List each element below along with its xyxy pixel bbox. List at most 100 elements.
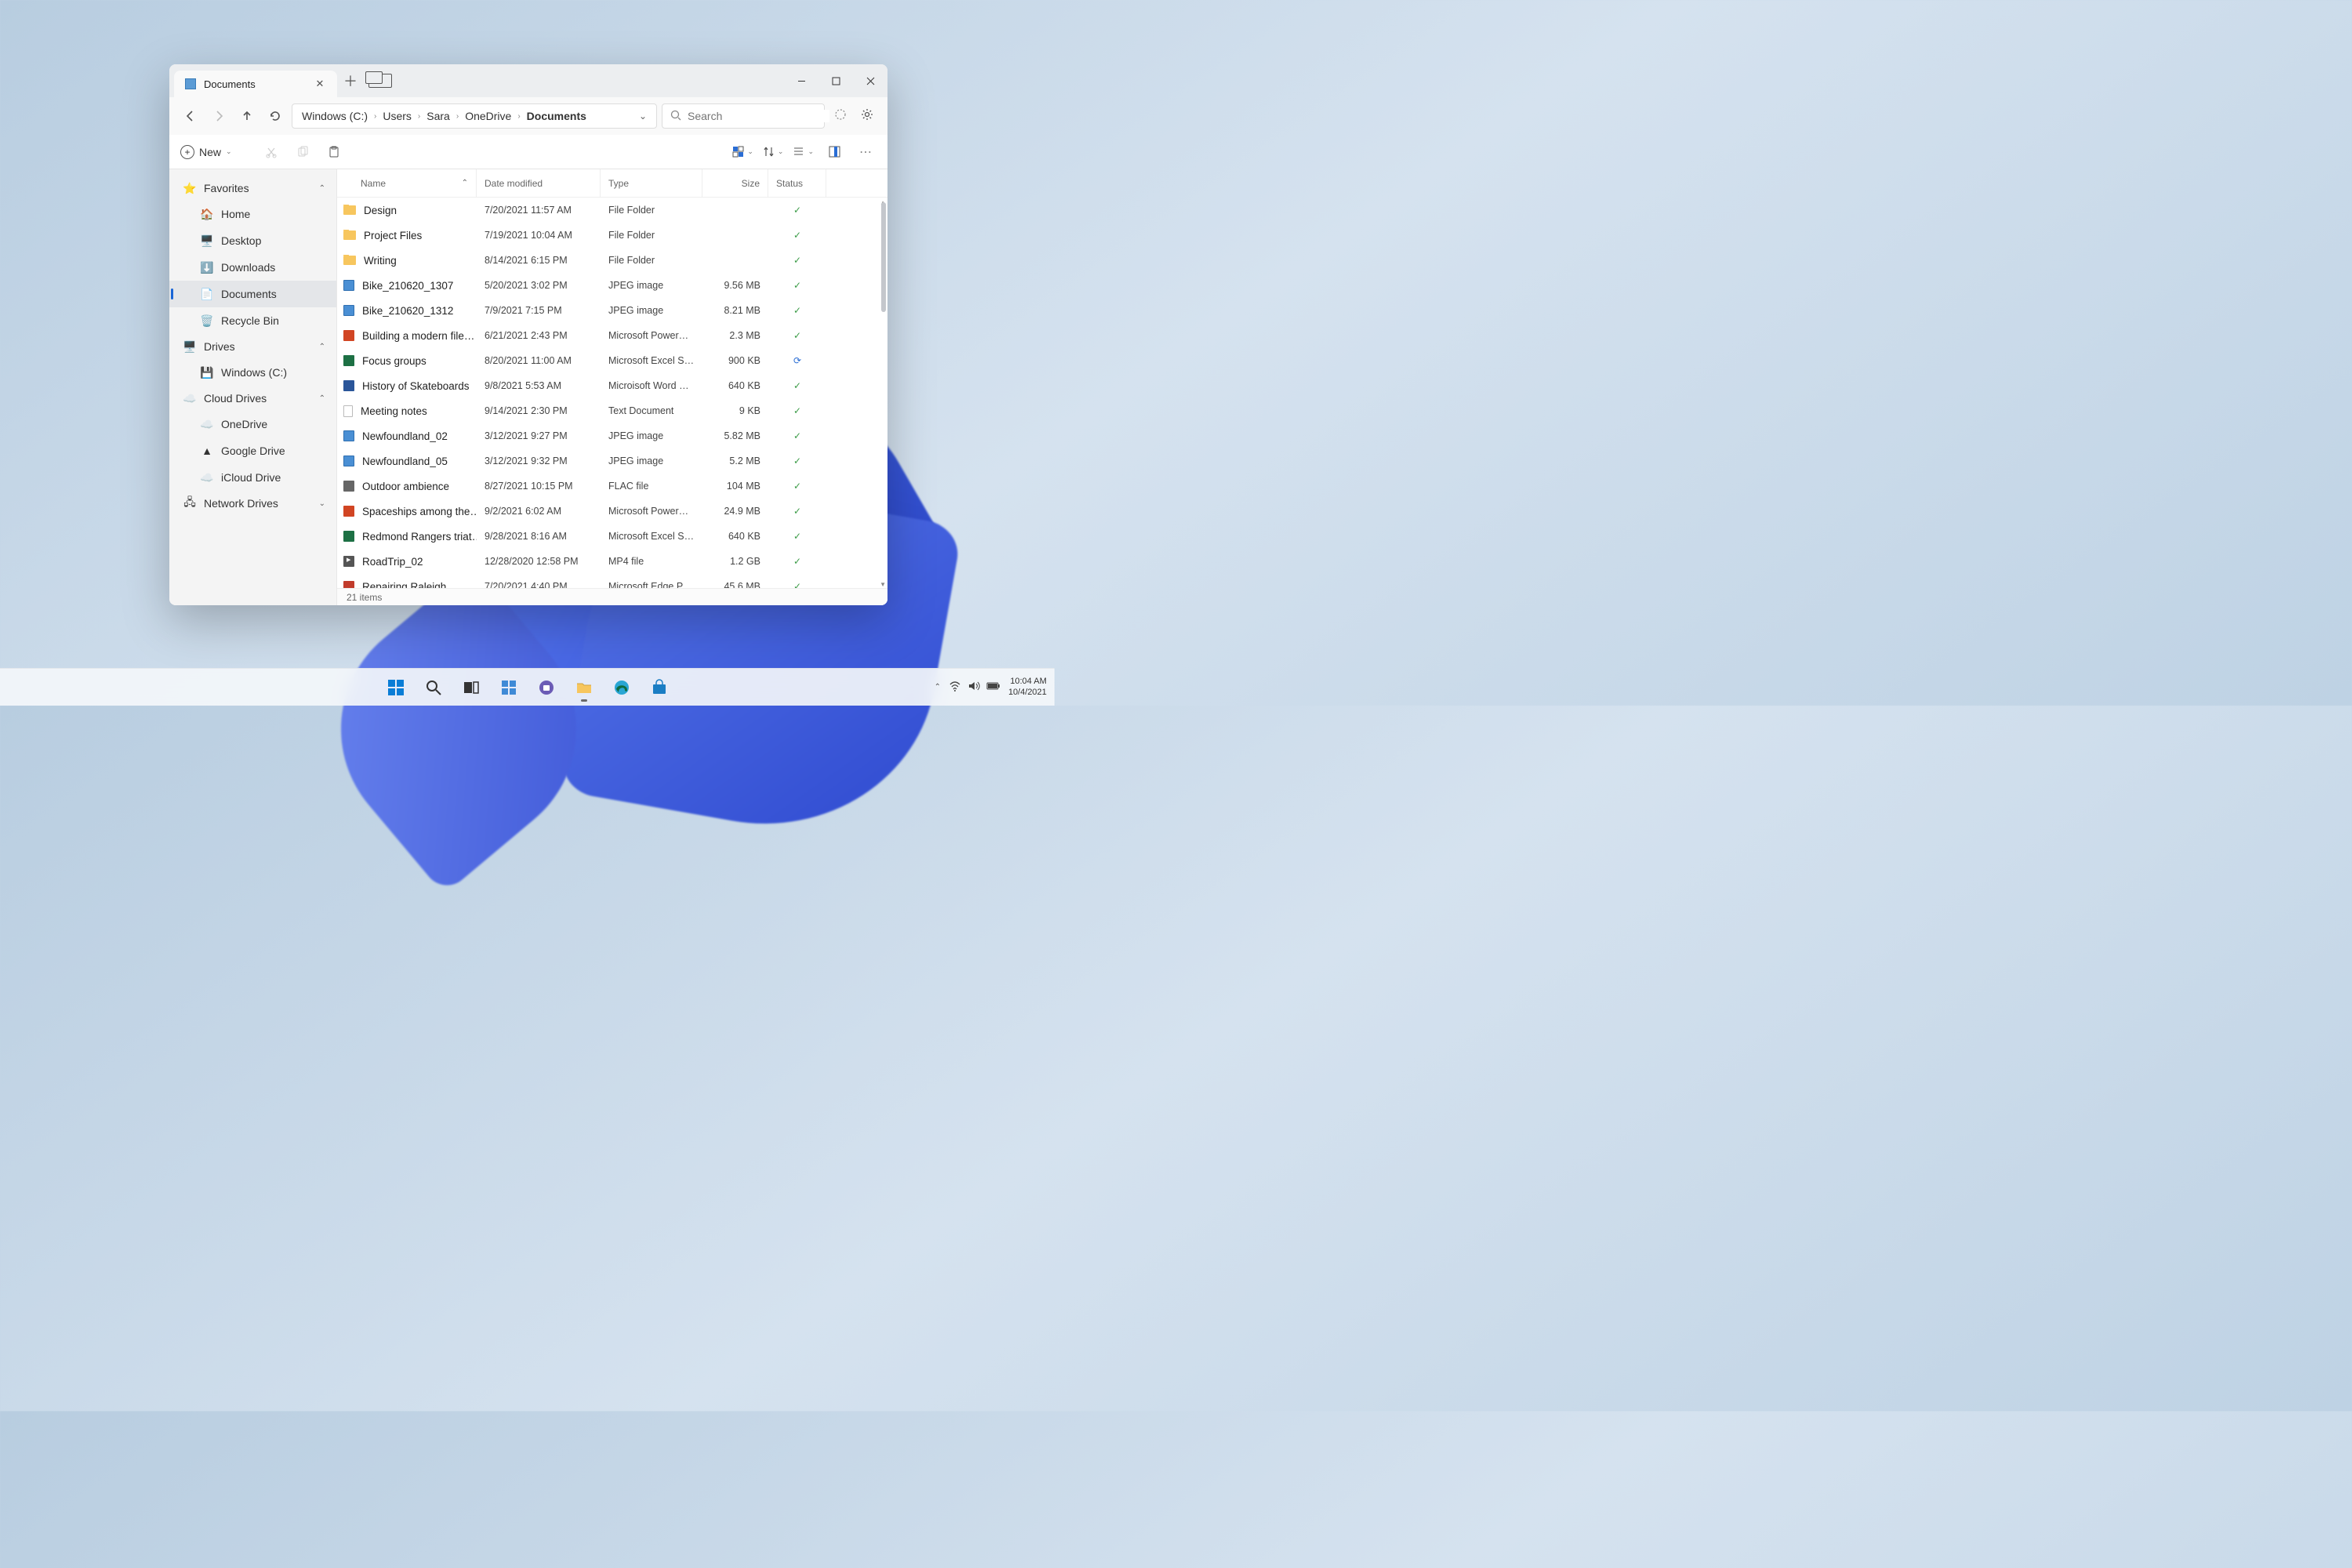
start-button[interactable] [380, 672, 412, 703]
file-status-icon: ✓ [768, 330, 826, 341]
file-name: Building a modern file… [362, 330, 474, 342]
sidebar-item-icloud-drive[interactable]: ☁️iCloud Drive [169, 464, 336, 491]
breadcrumb-segment[interactable]: Documents [527, 110, 586, 122]
file-type: MP4 file [601, 556, 702, 567]
file-row[interactable]: RoadTrip_0212/28/2020 12:58 PMMP4 file1.… [337, 549, 887, 574]
edge-icon[interactable] [606, 672, 637, 703]
scroll-down-icon[interactable]: ▼ [880, 581, 886, 588]
file-name: Project Files [364, 230, 422, 241]
column-name[interactable]: Name⌃ [337, 169, 477, 197]
view-button[interactable]: ⌄ [793, 146, 814, 158]
img-icon [343, 456, 354, 466]
breadcrumb[interactable]: Windows (C:)›Users›Sara›OneDrive›Documen… [292, 103, 657, 129]
sidebar-section[interactable]: 🖧Network Drives⌄ [169, 491, 336, 516]
search-box[interactable] [662, 103, 825, 129]
sidebar-item-documents[interactable]: 📄Documents [169, 281, 336, 307]
file-row[interactable]: Writing8/14/2021 6:15 PMFile Folder✓ [337, 248, 887, 273]
file-row[interactable]: History of Skateboards9/8/2021 5:53 AMMi… [337, 373, 887, 398]
file-explorer-window: Documents ✕ ＋ Windows (C:)›Users›Sara›On… [169, 64, 887, 605]
flac-icon [343, 481, 354, 492]
column-status[interactable]: Status [768, 169, 826, 197]
file-row[interactable]: Building a modern file…6/21/2021 2:43 PM… [337, 323, 887, 348]
more-icon[interactable]: ⋯ [855, 141, 877, 163]
file-row[interactable]: Focus groups8/20/2021 11:00 AMMicrosoft … [337, 348, 887, 373]
sidebar-item-google-drive[interactable]: ▲Google Drive [169, 437, 336, 464]
documents-icon: 📄 [201, 288, 213, 300]
file-status-icon: ✓ [768, 205, 826, 216]
file-status-icon: ✓ [768, 456, 826, 466]
breadcrumb-dropdown-icon[interactable]: ⌄ [639, 111, 647, 122]
window-tab[interactable]: Documents ✕ [174, 71, 337, 97]
copy-icon[interactable] [292, 141, 314, 163]
sort-button[interactable]: ⌄ [763, 146, 784, 158]
teams-icon[interactable] [531, 672, 562, 703]
file-list: Name⌃ Date modified Type Size Status Des… [337, 169, 887, 605]
breadcrumb-segment[interactable]: Windows (C:) [302, 110, 368, 122]
paste-icon[interactable] [323, 141, 345, 163]
monitor-icon: 🖥️ [183, 340, 196, 353]
close-tab-icon[interactable]: ✕ [314, 78, 326, 90]
battery-icon[interactable] [986, 681, 1000, 693]
scrollbar-thumb[interactable] [881, 202, 886, 312]
file-row[interactable]: Project Files7/19/2021 10:04 AMFile Fold… [337, 223, 887, 248]
breadcrumb-segment[interactable]: OneDrive [465, 110, 511, 122]
sidebar-section[interactable]: ☁️Cloud Drives⌃ [169, 386, 336, 411]
up-button[interactable] [235, 104, 259, 128]
cut-icon[interactable] [260, 141, 282, 163]
column-size[interactable]: Size [702, 169, 768, 197]
file-row[interactable]: Redmond Rangers triat…9/28/2021 8:16 AMM… [337, 524, 887, 549]
sidebar-item-downloads[interactable]: ⬇️Downloads [169, 254, 336, 281]
minimize-button[interactable] [784, 64, 818, 97]
file-row[interactable]: Bike_210620_13075/20/2021 3:02 PMJPEG im… [337, 273, 887, 298]
sidebar-item-desktop[interactable]: 🖥️Desktop [169, 227, 336, 254]
sidebar-item-home[interactable]: 🏠Home [169, 201, 336, 227]
taskbar-search-icon[interactable] [418, 672, 449, 703]
sidebar-section[interactable]: ⭐Favorites⌃ [169, 176, 336, 201]
volume-icon[interactable] [967, 680, 980, 695]
tray-chevron-icon[interactable]: ⌃ [935, 683, 941, 691]
file-size: 640 KB [702, 380, 768, 391]
file-explorer-icon[interactable] [568, 672, 600, 703]
new-button[interactable]: + New ⌄ [180, 145, 232, 159]
close-button[interactable] [853, 64, 887, 97]
file-row[interactable]: Outdoor ambience8/27/2021 10:15 PMFLAC f… [337, 474, 887, 499]
file-row[interactable]: Newfoundland_023/12/2021 9:27 PMJPEG ima… [337, 423, 887, 448]
breadcrumb-segment[interactable]: Users [383, 110, 412, 122]
widgets-icon[interactable] [493, 672, 524, 703]
sidebar-item-onedrive[interactable]: ☁️OneDrive [169, 411, 336, 437]
file-row[interactable]: Bike_210620_13127/9/2021 7:15 PMJPEG ima… [337, 298, 887, 323]
column-date[interactable]: Date modified [477, 169, 601, 197]
sidebar-item-recycle-bin[interactable]: 🗑️Recycle Bin [169, 307, 336, 334]
task-view-icon[interactable] [456, 672, 487, 703]
status-bar: 21 items [337, 588, 887, 605]
details-pane-icon[interactable] [823, 141, 845, 163]
sidebar-item-windows-c-[interactable]: 💾Windows (C:) [169, 359, 336, 386]
store-icon[interactable] [644, 672, 675, 703]
search-input[interactable] [688, 110, 829, 122]
file-date: 7/9/2021 7:15 PM [477, 305, 601, 316]
maximize-button[interactable] [818, 64, 853, 97]
settings-icon[interactable] [856, 108, 878, 125]
sync-status-icon[interactable] [829, 108, 851, 125]
file-row[interactable]: Spaceships among the…9/2/2021 6:02 AMMic… [337, 499, 887, 524]
new-tab-button[interactable]: ＋ [337, 71, 364, 91]
breadcrumb-segment[interactable]: Sara [426, 110, 450, 122]
chevron-right-icon: › [374, 112, 376, 121]
column-type[interactable]: Type [601, 169, 702, 197]
file-size: 45.6 MB [702, 581, 768, 588]
tab-overview-icon[interactable] [368, 74, 392, 88]
chevron-icon: ⌃ [319, 184, 325, 193]
file-row[interactable]: Meeting notes9/14/2021 2:30 PMText Docum… [337, 398, 887, 423]
file-row[interactable]: Newfoundland_053/12/2021 9:32 PMJPEG ima… [337, 448, 887, 474]
wifi-icon[interactable] [949, 680, 961, 695]
file-row[interactable]: Design7/20/2021 11:57 AMFile Folder✓ [337, 198, 887, 223]
taskbar-clock[interactable]: 10:04 AM10/4/2021 [1008, 677, 1047, 697]
forward-button[interactable] [207, 104, 230, 128]
file-size: 104 MB [702, 481, 768, 492]
filter-button[interactable]: ⌄ [732, 146, 753, 158]
file-row[interactable]: Repairing Raleigh…7/20/2021 4:40 PMMicro… [337, 574, 887, 588]
sidebar-section[interactable]: 🖥️Drives⌃ [169, 334, 336, 359]
back-button[interactable] [179, 104, 202, 128]
refresh-button[interactable] [263, 104, 287, 128]
column-headers: Name⌃ Date modified Type Size Status [337, 169, 887, 198]
